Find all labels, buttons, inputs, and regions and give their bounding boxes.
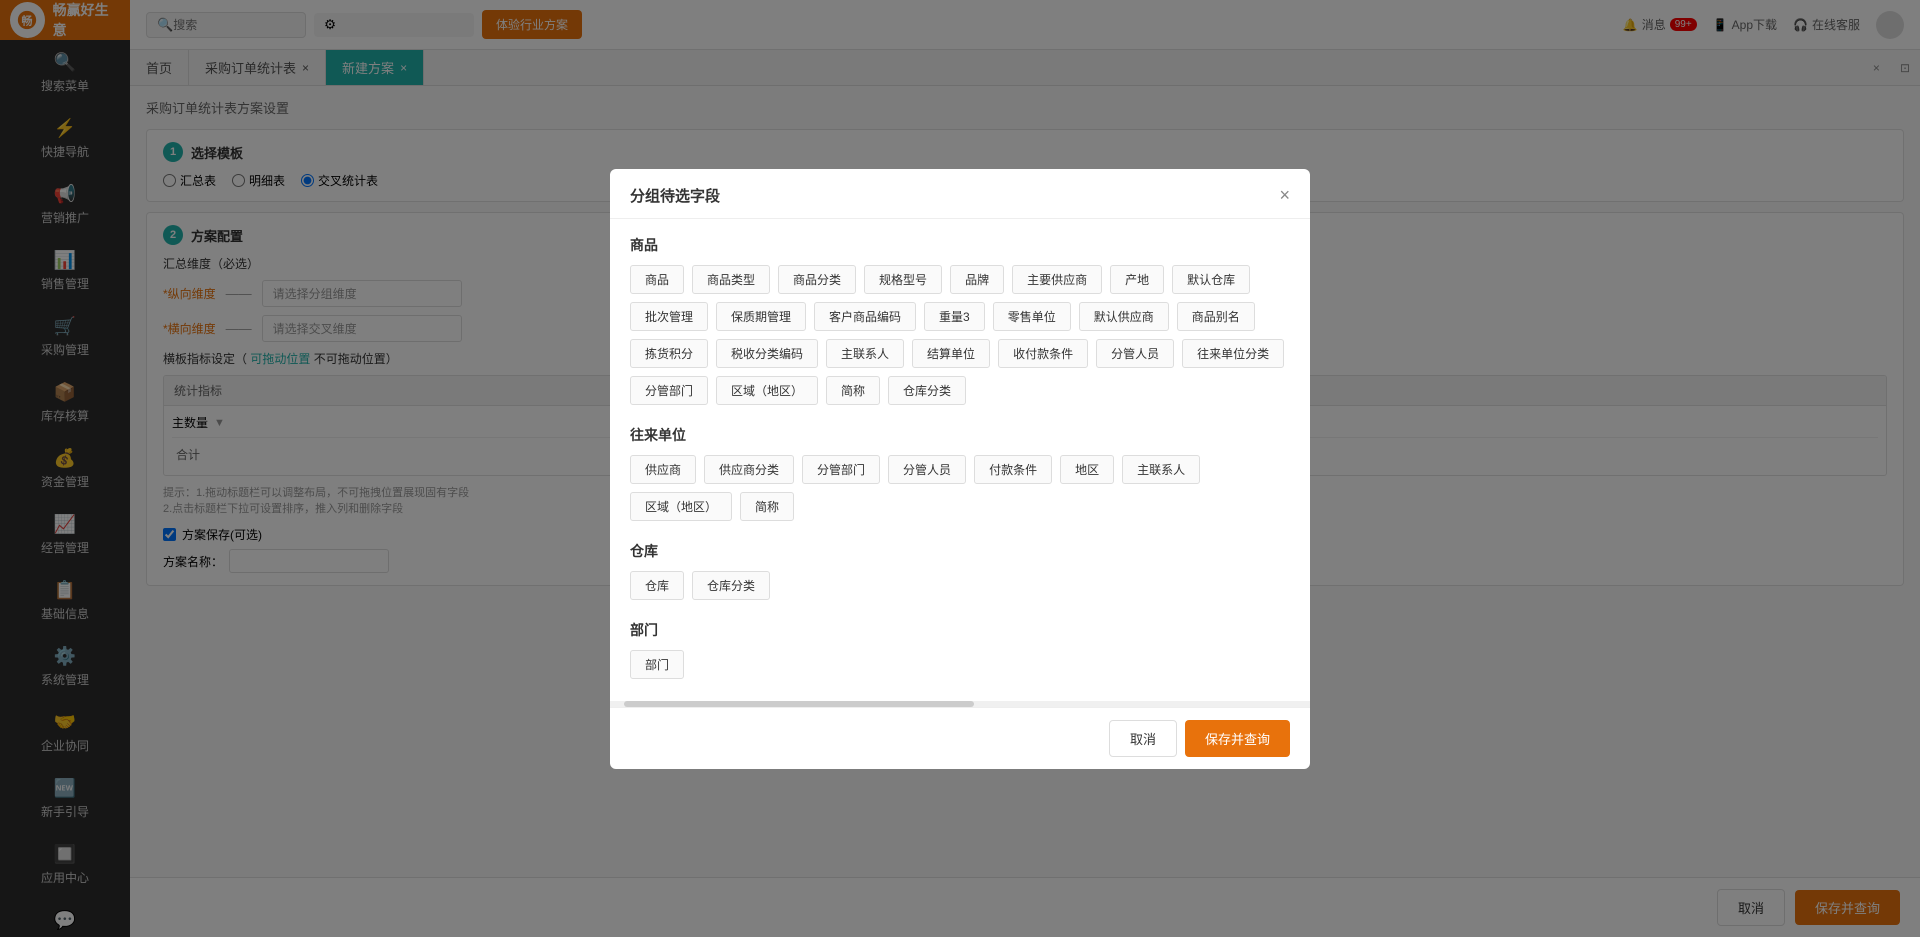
field-tag[interactable]: 简称 — [826, 376, 880, 405]
field-tag[interactable]: 付款条件 — [974, 455, 1052, 484]
field-tags-partner: 供应商供应商分类分管部门分管人员付款条件地区主联系人区域（地区） 简称 — [630, 455, 1290, 521]
field-tag[interactable]: 收付款条件 — [998, 339, 1088, 368]
field-tag[interactable]: 部门 — [630, 650, 684, 679]
modal-overlay: 分组待选字段 × 商品商品商品类型商品分类规格型号品牌主要供应商产地默认仓库批次… — [0, 0, 1920, 937]
field-group-title-partner: 往来单位 — [630, 425, 1290, 445]
field-tag[interactable]: 仓库分类 — [888, 376, 966, 405]
field-tag[interactable]: 商品 — [630, 265, 684, 294]
field-tag[interactable]: 默认供应商 — [1079, 302, 1169, 331]
field-tag[interactable]: 拣货积分 — [630, 339, 708, 368]
field-tag[interactable]: 区域（地区） — [630, 492, 732, 521]
modal-scrollbar[interactable] — [610, 701, 1310, 707]
field-tag[interactable]: 分管人员 — [888, 455, 966, 484]
modal-title: 分组待选字段 — [630, 185, 720, 206]
modal-footer: 取消 保存并查询 — [610, 707, 1310, 769]
field-tag[interactable]: 仓库分类 — [692, 571, 770, 600]
field-tag[interactable]: 保质期管理 — [716, 302, 806, 331]
field-tag[interactable]: 区域（地区） — [716, 376, 818, 405]
field-tag[interactable]: 默认仓库 — [1172, 265, 1250, 294]
modal-header: 分组待选字段 × — [610, 169, 1310, 219]
field-group-department: 部门部门 — [630, 620, 1290, 679]
field-tag[interactable]: 主联系人 — [1122, 455, 1200, 484]
field-tag[interactable]: 供应商分类 — [704, 455, 794, 484]
field-tag[interactable]: 客户商品编码 — [814, 302, 916, 331]
field-tag[interactable]: 规格型号 — [864, 265, 942, 294]
field-tags-warehouse: 仓库仓库分类 — [630, 571, 1290, 600]
field-tag[interactable]: 品牌 — [950, 265, 1004, 294]
field-tag[interactable]: 商品分类 — [778, 265, 856, 294]
field-tag[interactable]: 简称 — [740, 492, 794, 521]
field-tags-product: 商品商品类型商品分类规格型号品牌主要供应商产地默认仓库批次管理保质期管理客户商品… — [630, 265, 1290, 405]
field-group-partner: 往来单位供应商供应商分类分管部门分管人员付款条件地区主联系人区域（地区） 简称 — [630, 425, 1290, 521]
field-tag[interactable]: 批次管理 — [630, 302, 708, 331]
field-tag[interactable]: 往来单位分类 — [1182, 339, 1284, 368]
field-tag[interactable]: 重量3 — [924, 302, 985, 331]
field-tag[interactable]: 仓库 — [630, 571, 684, 600]
field-tag[interactable]: 产地 — [1110, 265, 1164, 294]
field-tag[interactable]: 地区 — [1060, 455, 1114, 484]
field-group-product: 商品商品商品类型商品分类规格型号品牌主要供应商产地默认仓库批次管理保质期管理客户… — [630, 235, 1290, 405]
field-group-title-warehouse: 仓库 — [630, 541, 1290, 561]
field-tag[interactable]: 主要供应商 — [1012, 265, 1102, 294]
field-tag[interactable]: 零售单位 — [993, 302, 1071, 331]
field-group-title-department: 部门 — [630, 620, 1290, 640]
modal-save-button[interactable]: 保存并查询 — [1185, 720, 1290, 757]
field-tags-department: 部门 — [630, 650, 1290, 679]
field-tag[interactable]: 商品别名 — [1177, 302, 1255, 331]
field-tag[interactable]: 商品类型 — [692, 265, 770, 294]
field-tag[interactable]: 分管部门 — [802, 455, 880, 484]
field-tag[interactable]: 供应商 — [630, 455, 696, 484]
field-tag[interactable]: 分管部门 — [630, 376, 708, 405]
field-tag[interactable]: 税收分类编码 — [716, 339, 818, 368]
modal-dialog: 分组待选字段 × 商品商品商品类型商品分类规格型号品牌主要供应商产地默认仓库批次… — [610, 169, 1310, 769]
modal-body: 商品商品商品类型商品分类规格型号品牌主要供应商产地默认仓库批次管理保质期管理客户… — [610, 219, 1310, 701]
modal-cancel-button[interactable]: 取消 — [1109, 720, 1177, 757]
field-tag[interactable]: 分管人员 — [1096, 339, 1174, 368]
field-tag[interactable]: 结算单位 — [912, 339, 990, 368]
field-group-warehouse: 仓库仓库仓库分类 — [630, 541, 1290, 600]
field-tag[interactable]: 主联系人 — [826, 339, 904, 368]
modal-close-button[interactable]: × — [1279, 185, 1290, 206]
field-group-title-product: 商品 — [630, 235, 1290, 255]
